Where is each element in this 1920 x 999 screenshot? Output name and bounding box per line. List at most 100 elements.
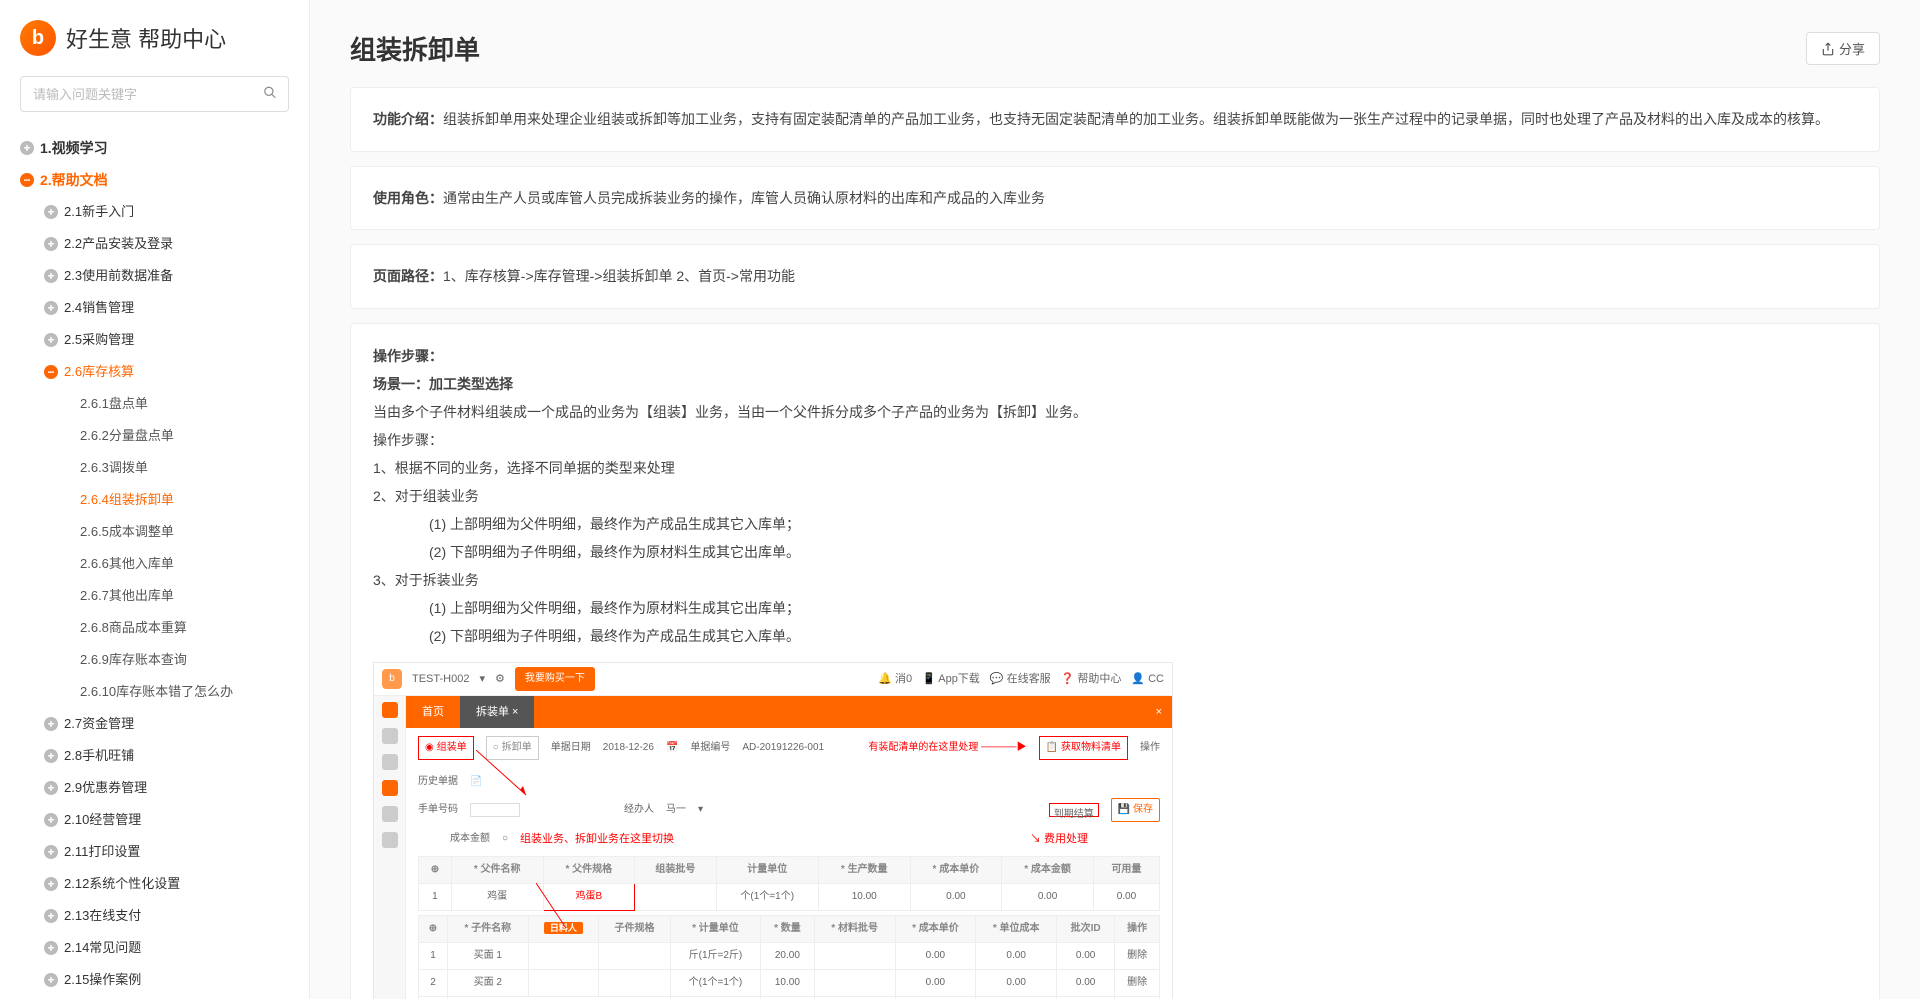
nav-d215[interactable]: +2.15操作案例 [20, 964, 309, 996]
th-cunit: * 计量单位 [670, 915, 760, 942]
content: 组装拆卸单 分享 功能介绍：组装拆卸单用来处理企业组装或拆卸等加工业务，支持有固… [310, 0, 1920, 999]
nav-d25[interactable]: +2.5采购管理 [20, 324, 309, 356]
nav-tree: +1.视频学习 −2.帮助文档 +2.1新手入门 +2.2产品安装及登录 +2.… [20, 132, 309, 996]
share-label: 分享 [1839, 39, 1865, 58]
emb-app: 📱 App下载 [922, 668, 980, 690]
emb-test: TEST-H002 [412, 668, 469, 690]
nav-d26[interactable]: −2.6库存核算 [20, 356, 309, 388]
op2: 2、对于组装业务 [373, 482, 1857, 510]
minus-icon: − [44, 365, 58, 379]
parent-table: ⊕ * 父件名称 * 父件规格 组装批号 计量单位 * 生产数量 * 成本单价 … [418, 856, 1160, 911]
th-pspec: * 父件规格 [543, 856, 635, 883]
nav-d2610[interactable]: 2.6.10库存账本错了怎么办 [20, 676, 309, 708]
search-wrap [20, 76, 309, 112]
link-hist: 历史单据 [418, 772, 458, 792]
op3: 3、对于拆装业务 [373, 566, 1857, 594]
role-label: 使用角色： [373, 190, 443, 206]
emb-help: ❓ 帮助中心 [1061, 668, 1122, 690]
grid-icon [382, 832, 398, 848]
path-label: 页面路径： [373, 268, 443, 284]
nav-d210[interactable]: +2.10经营管理 [20, 804, 309, 836]
nav-d23[interactable]: +2.3使用前数据准备 [20, 260, 309, 292]
nav-d265[interactable]: 2.6.5成本调整单 [20, 516, 309, 548]
th-unit: 计量单位 [716, 856, 818, 883]
nav-d22[interactable]: +2.2产品安装及登录 [20, 228, 309, 260]
plus-icon: + [44, 333, 58, 347]
nav-d212[interactable]: +2.12系统个性化设置 [20, 868, 309, 900]
code-label: 单据编号 [690, 738, 730, 758]
nav-d214[interactable]: +2.14常见问题 [20, 932, 309, 964]
emb-logo-icon: b [382, 669, 402, 689]
logo-text: 好生意 帮助中心 [66, 22, 226, 54]
cost-label: 成本金额 [450, 829, 490, 849]
cart-icon [382, 780, 398, 796]
share-icon [1821, 42, 1835, 56]
nav-d27[interactable]: +2.7资金管理 [20, 708, 309, 740]
nav-d264[interactable]: 2.6.4组装拆卸单 [20, 484, 309, 516]
maker-label: 经办人 [624, 800, 654, 820]
role-card: 使用角色：通常由生产人员或库管人员完成拆装业务的操作，库管人员确认原材料的出库和… [350, 166, 1880, 231]
annot-switch: 组装业务、拆卸业务在这里切换 [520, 828, 674, 850]
nav-d24[interactable]: +2.4销售管理 [20, 292, 309, 324]
nav-d269[interactable]: 2.6.9库存账本查询 [20, 644, 309, 676]
settle-field: 到期结算 [1049, 803, 1099, 817]
steps-section: 操作步骤： 场景一：加工类型选择 当由多个子件材料组装成一个成品的业务为【组装】… [350, 323, 1880, 999]
embedded-screenshot: b TEST-H002 ▾⚙ 我要购买一下 🔔 消0 📱 App下载 💬 在线客… [373, 662, 1173, 999]
plus-icon: + [44, 237, 58, 251]
search-icon[interactable] [263, 86, 277, 103]
page-header: 组装拆卸单 分享 [350, 30, 1880, 67]
sidebar: b 好生意 帮助中心 +1.视频学习 −2.帮助文档 +2.1新手入门 +2.2… [0, 0, 310, 999]
nav-docs[interactable]: −2.帮助文档 [20, 164, 309, 196]
child-table: ⊕ * 子件名称 日料人 子件规格 * 计量单位 * 数量 * 材料批号 * 成… [418, 915, 1160, 999]
th-qty: * 生产数量 [818, 856, 910, 883]
op2b: (2) 下部明细为子件明细，最终作为原材料生成其它出库单。 [373, 538, 1857, 566]
search-input[interactable] [20, 76, 289, 112]
date-value: 2018-12-26 [603, 738, 654, 758]
op3b: (2) 下部明细为子件明细，最终作为产成品生成其它入库单。 [373, 622, 1857, 650]
file-icon [382, 806, 398, 822]
th-ctag: 日料人 [544, 922, 583, 934]
nav-d261[interactable]: 2.6.1盘点单 [20, 388, 309, 420]
radio-disassembly: ○ 拆卸单 [486, 736, 539, 760]
tab-close-icon: × [1146, 696, 1172, 728]
op3a: (1) 上部明细为父件明细，最终作为原材料生成其它出库单； [373, 594, 1857, 622]
th-avail: 可用量 [1093, 856, 1159, 883]
nav-d268[interactable]: 2.6.8商品成本重算 [20, 612, 309, 644]
plus-icon: + [44, 205, 58, 219]
emb-topbar: b TEST-H002 ▾⚙ 我要购买一下 🔔 消0 📱 App下载 💬 在线客… [374, 663, 1172, 696]
th-cprice: * 成本单价 [895, 915, 976, 942]
nav-d266[interactable]: 2.6.6其他入库单 [20, 548, 309, 580]
nav-d28[interactable]: +2.8手机旺铺 [20, 740, 309, 772]
th-cspec: 子件规格 [599, 915, 671, 942]
op2a: (1) 上部明细为父件明细，最终作为产成品生成其它入库单； [373, 510, 1857, 538]
nav-d213[interactable]: +2.13在线支付 [20, 900, 309, 932]
intro-label: 功能介绍： [373, 111, 443, 127]
ref-label: 手单号码 [418, 800, 458, 820]
plus-icon: + [44, 717, 58, 731]
nav-d262[interactable]: 2.6.2分量盘点单 [20, 420, 309, 452]
op-title: 操作步骤： [373, 426, 1857, 454]
nav-videos[interactable]: +1.视频学习 [20, 132, 309, 164]
nav-d21[interactable]: +2.1新手入门 [20, 196, 309, 228]
plus-icon: + [44, 941, 58, 955]
ref-field [470, 803, 520, 817]
share-button[interactable]: 分享 [1806, 32, 1880, 65]
table-row: 2买面 2个(1个=1个)10.000.000.000.00删除 [419, 969, 1160, 996]
plus-icon: + [44, 749, 58, 763]
th-cqty: * 数量 [761, 915, 815, 942]
tab-home: 首页 [406, 696, 460, 728]
emb-cs: 💬 在线客服 [990, 668, 1051, 690]
plus-icon: + [20, 141, 34, 155]
nav-d29[interactable]: +2.9优惠券管理 [20, 772, 309, 804]
radio-assembly: ◉ 组装单 [418, 736, 474, 760]
th-cwh: 批次ID [1057, 915, 1115, 942]
logo-icon: b [20, 20, 56, 56]
emb-avatar: 👤 CC [1131, 668, 1164, 690]
link-op: 操作 [1140, 738, 1160, 758]
nav-d211[interactable]: +2.11打印设置 [20, 836, 309, 868]
th-parent: * 父件名称 [451, 856, 543, 883]
th-amt: * 成本金额 [1002, 856, 1094, 883]
th-camt: * 单位成本 [976, 915, 1057, 942]
nav-d267[interactable]: 2.6.7其他出库单 [20, 580, 309, 612]
nav-d263[interactable]: 2.6.3调拨单 [20, 452, 309, 484]
